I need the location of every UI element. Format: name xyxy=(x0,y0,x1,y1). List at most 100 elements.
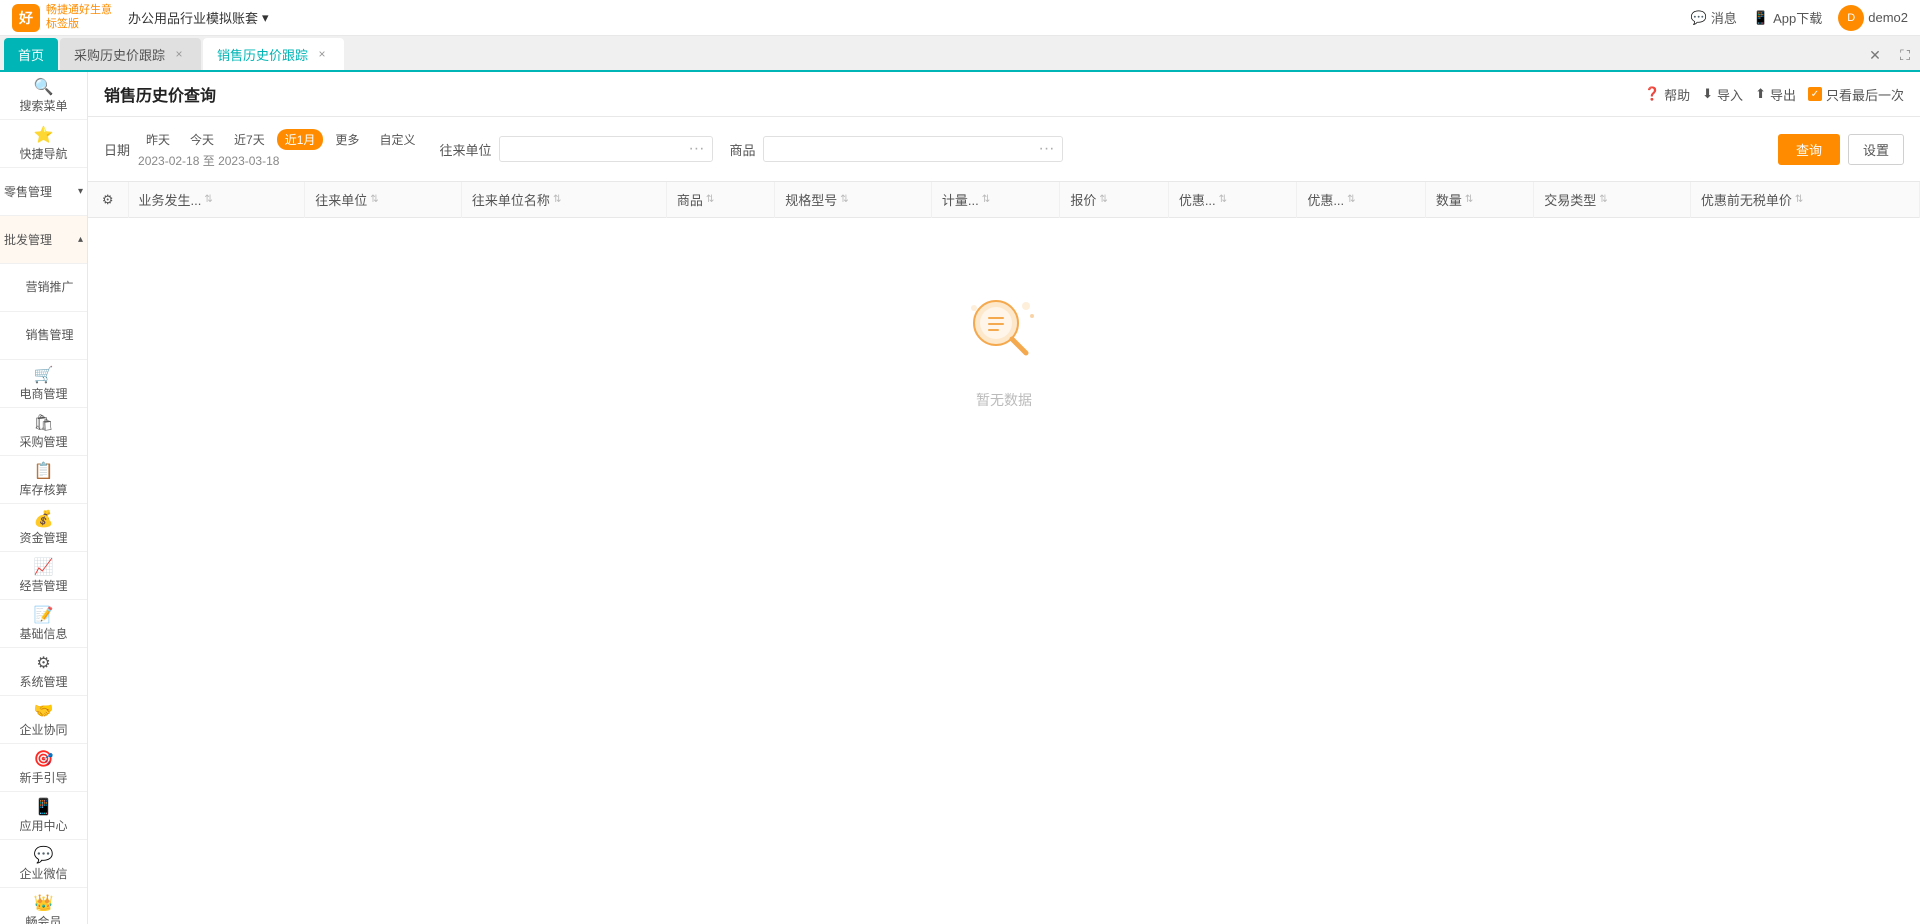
sort-icon-qty: ⇅ xyxy=(1465,194,1473,205)
goods-filter-group: 商品 ··· xyxy=(729,136,1063,162)
sidebar-item-purchase[interactable]: 🛍 采购管理 xyxy=(0,408,87,456)
page-content: 销售历史价查询 ❓ 帮助 ⬇ 导入 ⬆ 导出 ✓ xyxy=(88,72,1920,924)
date-chip-1month[interactable]: 近1月 xyxy=(277,129,324,150)
col-quoted-price[interactable]: 报价 ⇅ xyxy=(1060,182,1168,218)
tab-bar-right: ✕ ⛶ xyxy=(1864,44,1916,70)
col-biz-date[interactable]: 业务发生... ⇅ xyxy=(128,182,305,218)
sort-icon-trade-type: ⇅ xyxy=(1599,194,1607,205)
search-icon: 🔍 xyxy=(34,77,54,97)
date-chip-today[interactable]: 今天 xyxy=(182,129,222,150)
retail-arrow-icon: ▾ xyxy=(78,186,83,197)
sidebar-item-enterprise[interactable]: 🤝 企业协同 xyxy=(0,696,87,744)
date-chip-yesterday[interactable]: 昨天 xyxy=(138,129,178,150)
date-chip-more[interactable]: 更多 xyxy=(327,129,367,150)
help-icon: ❓ xyxy=(1644,86,1660,102)
col-partner-code[interactable]: 往来单位 ⇅ xyxy=(305,182,462,218)
close-all-tabs-btn[interactable]: ✕ xyxy=(1864,44,1886,66)
date-chip-custom[interactable]: 自定义 xyxy=(371,129,423,150)
export-icon: ⬆ xyxy=(1755,86,1766,102)
message-action[interactable]: 💬 消息 xyxy=(1691,8,1737,27)
tab-purchase[interactable]: 采购历史价跟踪 × xyxy=(60,38,201,70)
export-btn[interactable]: ⬆ 导出 xyxy=(1755,85,1796,104)
sidebar-item-wechat[interactable]: 💬 企业微信 xyxy=(0,840,87,888)
partner-input[interactable] xyxy=(508,142,684,157)
only-last-checkbox[interactable]: ✓ xyxy=(1808,87,1822,101)
col-goods[interactable]: 商品 ⇅ xyxy=(666,182,774,218)
tab-sales[interactable]: 销售历史价跟踪 × xyxy=(203,38,344,70)
header-left: 好 畅捷通好生意 标签版 办公用品行业模拟账套 ▾ xyxy=(12,4,277,32)
page-header-actions: ❓ 帮助 ⬇ 导入 ⬆ 导出 ✓ 只看最后一次 xyxy=(1644,85,1904,114)
purchase-tab-close[interactable]: × xyxy=(171,46,187,62)
sidebar-item-inventory[interactable]: 📋 库存核算 xyxy=(0,456,87,504)
goods-label: 商品 xyxy=(729,140,755,159)
sidebar-item-retail[interactable]: 零售管理 ▾ xyxy=(0,168,87,216)
sort-icon-partner-code: ⇅ xyxy=(370,194,378,205)
sidebar-item-search[interactable]: 🔍 搜索菜单 xyxy=(0,72,87,120)
sidebar-item-system[interactable]: ⚙ 系统管理 xyxy=(0,648,87,696)
home-tab-label: 首页 xyxy=(18,45,44,64)
col-partner-name[interactable]: 往来单位名称 ⇅ xyxy=(461,182,666,218)
filter-bar-right: 查询 设置 xyxy=(1778,134,1904,165)
expand-btn[interactable]: ⛶ xyxy=(1894,44,1916,66)
sidebar-item-sales-mgmt[interactable]: 销售管理 xyxy=(0,312,87,360)
col-gear: ⚙ xyxy=(88,182,128,218)
sidebar-item-operations[interactable]: 📈 经营管理 xyxy=(0,552,87,600)
col-trade-type[interactable]: 交易类型 ⇅ xyxy=(1534,182,1691,218)
page-title: 销售历史价查询 xyxy=(104,82,216,116)
empty-state: 暂无数据 xyxy=(88,218,1920,470)
partner-input-wrapper: ··· xyxy=(499,136,713,162)
avatar: D xyxy=(1838,5,1864,31)
purchase-icon: 🛍 xyxy=(33,413,53,433)
goods-input[interactable] xyxy=(772,142,1034,157)
col-spec[interactable]: 规格型号 ⇅ xyxy=(775,182,932,218)
sidebar-item-basic-info[interactable]: 📝 基础信息 xyxy=(0,600,87,648)
date-chips-container: 昨天 今天 近7天 近1月 更多 自定义 2023-02-18 至 2023-0… xyxy=(138,129,423,169)
sidebar-item-app-center[interactable]: 📱 应用中心 xyxy=(0,792,87,840)
data-table: ⚙ 业务发生... ⇅ 往来单位 xyxy=(88,182,1920,218)
sidebar-item-marketing[interactable]: 营销推广 xyxy=(0,264,87,312)
settings-button[interactable]: 设置 xyxy=(1848,134,1904,165)
col-pretax-price[interactable]: 优惠前无税单价 ⇅ xyxy=(1690,182,1919,218)
operations-icon: 📈 xyxy=(34,557,54,577)
sidebar-item-guide[interactable]: 🎯 新手引导 xyxy=(0,744,87,792)
message-icon: 💬 xyxy=(1691,10,1707,26)
partner-filter-group: 往来单位 ··· xyxy=(439,136,713,162)
sidebar-item-vip[interactable]: 👑 畅会员 xyxy=(0,888,87,924)
sales-tab-close[interactable]: × xyxy=(314,46,330,62)
help-btn[interactable]: ❓ 帮助 xyxy=(1644,85,1690,104)
table-header-row: ⚙ 业务发生... ⇅ 往来单位 xyxy=(88,182,1920,218)
sidebar-item-finance[interactable]: 💰 资金管理 xyxy=(0,504,87,552)
chevron-down-icon: ▾ xyxy=(262,10,269,26)
content-area: 销售历史价查询 ❓ 帮助 ⬇ 导入 ⬆ 导出 ✓ xyxy=(88,72,1920,924)
only-last-checkbox-label[interactable]: ✓ 只看最后一次 xyxy=(1808,85,1904,104)
sidebar-item-wholesale[interactable]: 批发管理 ▴ xyxy=(0,216,87,264)
goods-input-dots[interactable]: ··· xyxy=(1038,140,1054,158)
sidebar-item-quick-nav[interactable]: ⭐ 快捷导航 xyxy=(0,120,87,168)
sort-icon-partner-name: ⇅ xyxy=(553,194,561,205)
date-chip-7days[interactable]: 近7天 xyxy=(226,129,273,150)
gear-icon[interactable]: ⚙ xyxy=(102,192,114,207)
ecommerce-icon: 🛒 xyxy=(34,365,54,385)
user-action[interactable]: D demo2 xyxy=(1838,5,1908,31)
import-btn[interactable]: ⬇ 导入 xyxy=(1702,85,1743,104)
top-header: 好 畅捷通好生意 标签版 办公用品行业模拟账套 ▾ 💬 消息 📱 App下载 D… xyxy=(0,0,1920,36)
query-button[interactable]: 查询 xyxy=(1778,134,1840,165)
col-discount1[interactable]: 优惠... ⇅ xyxy=(1168,182,1297,218)
header-right: 💬 消息 📱 App下载 D demo2 xyxy=(1691,5,1908,31)
partner-input-dots[interactable]: ··· xyxy=(688,140,704,158)
col-qty[interactable]: 数量 ⇅ xyxy=(1425,182,1533,218)
sidebar-item-ecommerce[interactable]: 🛒 电商管理 xyxy=(0,360,87,408)
sort-icon-discount1: ⇅ xyxy=(1219,194,1227,205)
app-download-action[interactable]: 📱 App下载 xyxy=(1753,8,1822,27)
guide-icon: 🎯 xyxy=(34,749,54,769)
col-discount2[interactable]: 优惠... ⇅ xyxy=(1297,182,1426,218)
col-unit[interactable]: 计量... ⇅ xyxy=(931,182,1060,218)
empty-text: 暂无数据 xyxy=(976,390,1032,410)
app-center-icon: 📱 xyxy=(34,797,54,817)
app-selector[interactable]: 办公用品行业模拟账套 ▾ xyxy=(120,6,277,29)
sort-icon-unit: ⇅ xyxy=(982,194,990,205)
download-icon: 📱 xyxy=(1753,10,1769,26)
tab-home[interactable]: 首页 xyxy=(4,38,58,70)
sort-icon-spec: ⇅ xyxy=(840,194,848,205)
sort-icon-quoted-price: ⇅ xyxy=(1099,194,1107,205)
